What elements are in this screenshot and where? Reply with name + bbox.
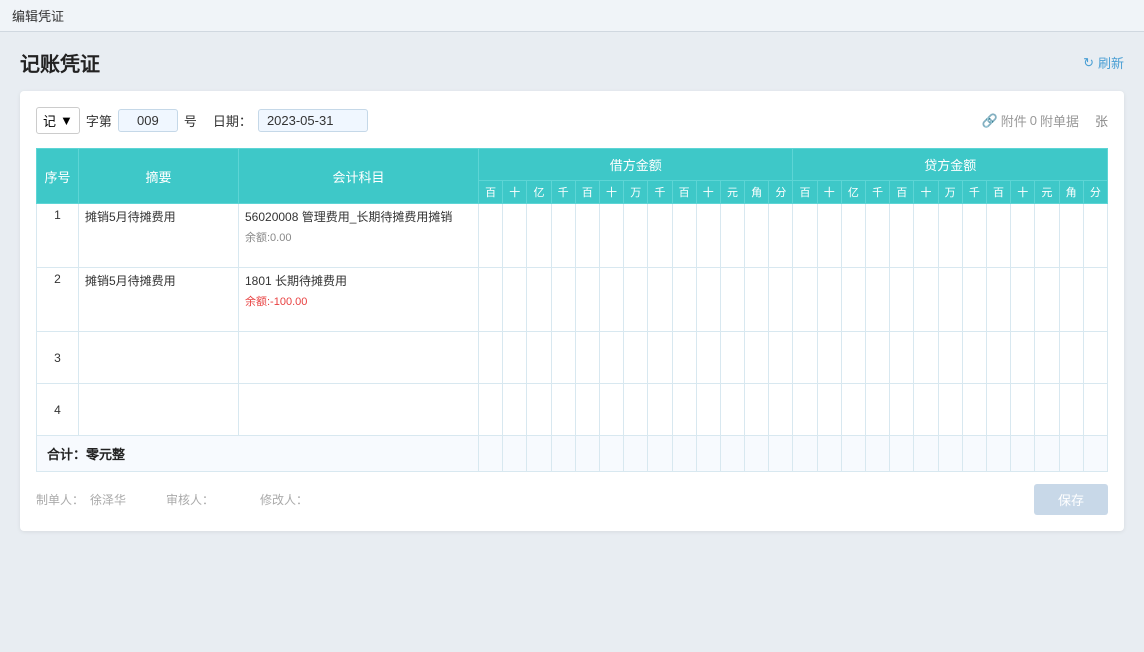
th-d-qian: 千 <box>551 181 575 204</box>
voucher-card: 记 ▼ 字第 号 日期： 🔗 附件 0 附单据 张 <box>20 91 1124 531</box>
total-label: 合计： <box>47 447 86 462</box>
th-c-yi: 亿 <box>841 181 865 204</box>
th-d-fen: 分 <box>769 181 793 204</box>
voucher-type-select[interactable]: 记 ▼ <box>36 107 80 134</box>
voucher-type-value: 记 <box>43 111 56 130</box>
th-d-shi: 十 <box>503 181 527 204</box>
date-label: 日期： <box>213 111 252 130</box>
page-header: 记账凭证 ↻ 刷新 <box>20 48 1124 77</box>
total-row: 合计：零元整 <box>37 436 1108 472</box>
footer-row: 制单人： 徐泽华 审核人： 修改人： 保存 <box>36 484 1108 515</box>
dropdown-icon: ▼ <box>60 113 73 128</box>
th-c-qian: 千 <box>866 181 890 204</box>
paperclip-icon: 🔗 <box>982 113 998 129</box>
th-c-bai3: 百 <box>986 181 1010 204</box>
refresh-label: 刷新 <box>1098 53 1124 72</box>
attachment-label: 附件 <box>1001 111 1027 130</box>
page-title: 记账凭证 <box>20 48 100 77</box>
th-c-shi2: 十 <box>914 181 938 204</box>
voucher-table: 序号 摘要 会计科目 借方金额 贷方金额 百 十 亿 千 百 十 万 千 百 十 <box>36 148 1108 472</box>
row2-balance: 余额:-100.00 <box>245 293 472 309</box>
row1-summary[interactable]: 摊销5月待摊费用 <box>79 204 239 268</box>
th-credit: 贷方金额 <box>793 149 1108 181</box>
refresh-button[interactable]: ↻ 刷新 <box>1083 53 1124 72</box>
th-c-qian2: 千 <box>962 181 986 204</box>
creator-name: 徐泽华 <box>90 491 126 508</box>
form-row: 记 ▼ 字第 号 日期： 🔗 附件 0 附单据 张 <box>36 107 1108 134</box>
th-d-bai3: 百 <box>672 181 696 204</box>
table-row: 3 <box>37 332 1108 384</box>
row3-summary[interactable] <box>79 332 239 384</box>
zi-di-label: 字第 <box>86 111 112 130</box>
date-group: 日期： <box>213 109 368 132</box>
table-row: 1 摊销5月待摊费用 56020008 管理费用_长期待摊费用摊销 余额:0.0… <box>37 204 1108 268</box>
th-d-yi: 亿 <box>527 181 551 204</box>
th-summary: 摘要 <box>79 149 239 204</box>
th-d-wan: 万 <box>624 181 648 204</box>
voucher-number-input[interactable] <box>118 109 178 132</box>
editor-label: 修改人： <box>260 491 308 508</box>
attachment-info: 🔗 附件 0 附单据 张 <box>982 111 1108 130</box>
th-d-jiao: 角 <box>745 181 769 204</box>
th-d-shi3: 十 <box>696 181 720 204</box>
row2-seq: 2 <box>37 268 79 332</box>
th-c-jiao: 角 <box>1059 181 1083 204</box>
total-label-cell: 合计：零元整 <box>37 436 479 472</box>
row2-account-text: 1801 长期待摊费用 <box>245 272 472 289</box>
creator-group: 制单人： 徐泽华 <box>36 491 126 508</box>
hao-label: 号 <box>184 111 197 130</box>
main-container: 记账凭证 ↻ 刷新 记 ▼ 字第 号 日期： <box>0 32 1144 652</box>
date-input[interactable] <box>258 109 368 132</box>
th-d-qian2: 千 <box>648 181 672 204</box>
row4-seq: 4 <box>37 384 79 436</box>
th-c-shi: 十 <box>817 181 841 204</box>
reviewer-label: 审核人： <box>166 491 214 508</box>
row1-seq: 1 <box>37 204 79 268</box>
row3-account[interactable] <box>239 332 479 384</box>
row1-account[interactable]: 56020008 管理费用_长期待摊费用摊销 余额:0.00 <box>239 204 479 268</box>
th-d-bai2: 百 <box>575 181 599 204</box>
th-seq: 序号 <box>37 149 79 204</box>
attachment-link[interactable]: 🔗 附件 0 附单据 <box>982 111 1079 130</box>
row1-balance: 余额:0.00 <box>245 229 472 245</box>
save-button[interactable]: 保存 <box>1034 484 1108 515</box>
table-row: 4 <box>37 384 1108 436</box>
total-value: 零元整 <box>86 447 125 462</box>
th-c-yuan: 元 <box>1035 181 1059 204</box>
zhang-count-label: 张 <box>1095 111 1108 130</box>
th-c-bai2: 百 <box>890 181 914 204</box>
th-d-bai: 百 <box>479 181 503 204</box>
creator-label: 制单人： <box>36 491 84 508</box>
voucher-type-group: 记 ▼ 字第 号 <box>36 107 197 134</box>
row3-seq: 3 <box>37 332 79 384</box>
row2-account[interactable]: 1801 长期待摊费用 余额:-100.00 <box>239 268 479 332</box>
th-account: 会计科目 <box>239 149 479 204</box>
editor-group: 修改人： <box>260 491 314 508</box>
row4-summary[interactable] <box>79 384 239 436</box>
th-c-wan: 万 <box>938 181 962 204</box>
row2-summary[interactable]: 摊销5月待摊费用 <box>79 268 239 332</box>
refresh-icon: ↻ <box>1083 55 1094 71</box>
th-c-bai: 百 <box>793 181 817 204</box>
th-c-shi3: 十 <box>1011 181 1035 204</box>
main-header-row: 序号 摘要 会计科目 借方金额 贷方金额 <box>37 149 1108 181</box>
table-row: 2 摊销5月待摊费用 1801 长期待摊费用 余额:-100.00 <box>37 268 1108 332</box>
zhang-label2: 附单据 <box>1040 111 1079 130</box>
title-bar: 编辑凭证 <box>0 0 1144 32</box>
reviewer-group: 审核人： <box>166 491 220 508</box>
attachment-count: 0 <box>1030 113 1037 128</box>
th-d-yuan: 元 <box>720 181 744 204</box>
th-debit: 借方金额 <box>479 149 793 181</box>
title-bar-label: 编辑凭证 <box>12 6 64 25</box>
th-d-shi2: 十 <box>599 181 623 204</box>
row1-account-text: 56020008 管理费用_长期待摊费用摊销 <box>245 208 472 225</box>
th-c-fen: 分 <box>1083 181 1107 204</box>
row4-account[interactable] <box>239 384 479 436</box>
